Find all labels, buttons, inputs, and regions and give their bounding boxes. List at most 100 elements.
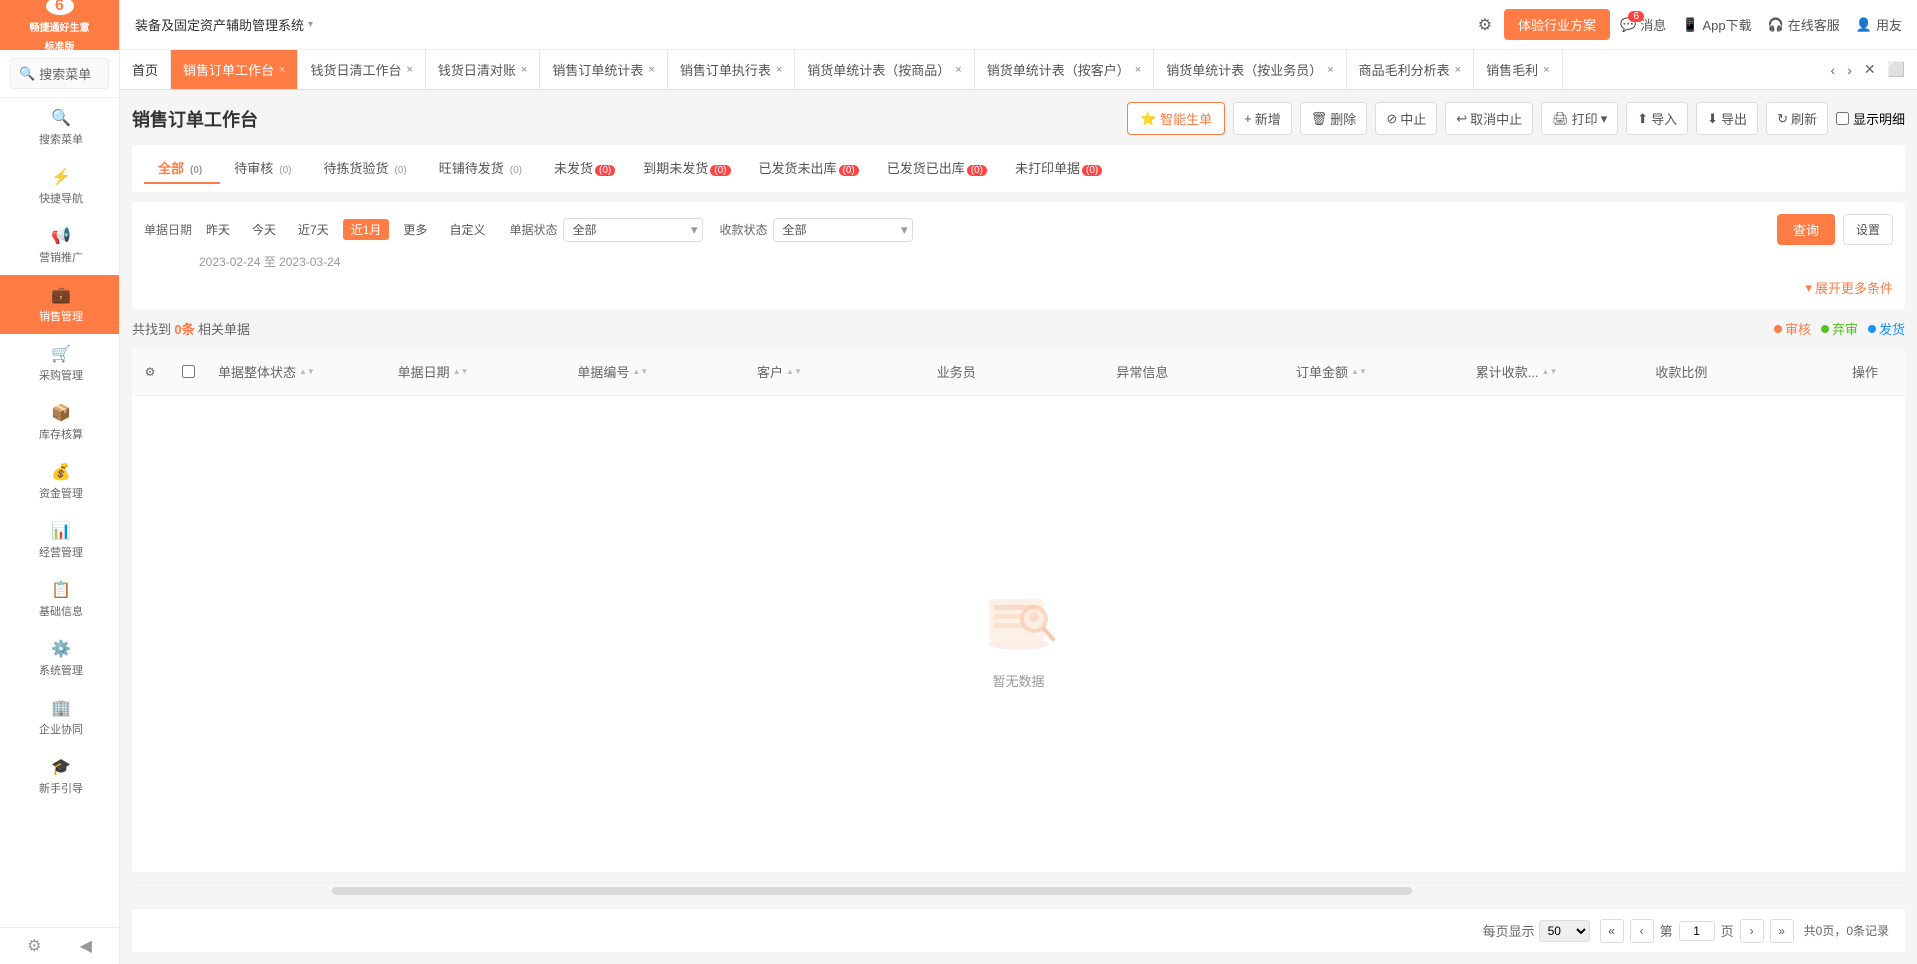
- tab-sales-order-stats[interactable]: 销售订单统计表×: [540, 50, 667, 89]
- sidebar-item-basic-info[interactable]: 📋 基础信息: [0, 570, 119, 629]
- date-option-custom[interactable]: 自定义: [441, 219, 493, 240]
- topbar-action-online-service[interactable]: 🎧 在线客服: [1768, 15, 1840, 34]
- cancel-review-action-btn[interactable]: 弃审: [1821, 319, 1858, 338]
- page-size-select[interactable]: 50 100 200: [1539, 920, 1590, 942]
- sidebar-item-quick-nav[interactable]: ⚡ 快捷导航: [0, 157, 119, 216]
- date-option-more[interactable]: 更多: [395, 219, 435, 240]
- sidebar-item-search[interactable]: 🔍 搜索菜单: [0, 98, 119, 157]
- prev-page-btn[interactable]: ‹: [1630, 919, 1654, 943]
- page-number-input[interactable]: [1679, 921, 1715, 941]
- sub-tab-shipped-out[interactable]: 已发货已出库(0): [873, 153, 1001, 184]
- sub-tab-pending-inspect[interactable]: 待拣货验货(0): [310, 153, 425, 184]
- date-option-last7[interactable]: 近7天: [290, 219, 337, 240]
- sort-icons-status[interactable]: ▲▼: [299, 367, 315, 376]
- sidebar-search-btn[interactable]: 🔍 搜索菜单: [10, 58, 109, 89]
- close-tab-cash-reconcile[interactable]: ×: [521, 64, 527, 76]
- sidebar-item-system[interactable]: ⚙️ 系统管理: [0, 629, 119, 688]
- sidebar-item-finance[interactable]: 💰 资金管理: [0, 452, 119, 511]
- sub-tab-wangpu-ship[interactable]: 旺铺待发货(0): [425, 153, 540, 184]
- next-page-btn[interactable]: ›: [1740, 919, 1764, 943]
- system-title-dropdown[interactable]: 装备及固定资产辅助管理系统 ▾: [135, 15, 313, 34]
- topbar-action-user[interactable]: 👤 用友: [1856, 15, 1902, 34]
- sort-icons-amount[interactable]: ▲▼: [1351, 367, 1367, 376]
- sidebar-item-operations[interactable]: 📊 经营管理: [0, 511, 119, 570]
- close-tab-cash-daily[interactable]: ×: [406, 64, 412, 76]
- close-tab-sales-stats-customer[interactable]: ×: [1135, 64, 1141, 76]
- tab-cash-daily[interactable]: 钱货日清工作台×: [298, 50, 425, 89]
- sub-tab-pending-review[interactable]: 待审核(0): [220, 153, 309, 184]
- sidebar-item-marketing[interactable]: 📢 营销推广: [0, 216, 119, 275]
- horizontal-scrollbar[interactable]: [132, 882, 1905, 898]
- expand-btn[interactable]: ▾ 展开更多条件: [1805, 278, 1893, 297]
- sidebar-collapse-icon[interactable]: ◀: [80, 936, 92, 956]
- sidebar-settings-icon[interactable]: ⚙: [27, 936, 41, 956]
- sidebar-item-enterprise[interactable]: 🏢 企业协同: [0, 688, 119, 747]
- tab-sales-stats-staff[interactable]: 销货单统计表（按业务员）×: [1154, 50, 1346, 89]
- solution-button[interactable]: 体验行业方案: [1504, 9, 1610, 40]
- stop-btn[interactable]: ⊘ 中止: [1375, 102, 1437, 135]
- show-detail-checkbox[interactable]: 显示明细: [1836, 109, 1905, 128]
- tab-sales-order-workbench[interactable]: 销售订单工作台×: [171, 50, 298, 89]
- date-option-yesterday[interactable]: 昨天: [198, 219, 238, 240]
- smart-order-btn[interactable]: ⭐ 智能生单: [1127, 102, 1225, 135]
- close-tab-sales-stats-product[interactable]: ×: [955, 64, 961, 76]
- tabs-prev-btn[interactable]: ‹: [1826, 60, 1839, 80]
- show-detail-input[interactable]: [1836, 112, 1849, 125]
- tab-cash-reconcile[interactable]: 钱货日清对账×: [426, 50, 540, 89]
- tab-sales-stats-product[interactable]: 销货单统计表（按商品）×: [795, 50, 974, 89]
- review-action-btn[interactable]: 审核: [1774, 319, 1811, 338]
- sub-tab-count-pending-inspect: (0): [391, 165, 411, 176]
- date-option-last1month[interactable]: 近1月: [343, 219, 390, 240]
- sub-tab-not-printed[interactable]: 未打印单据(0): [1001, 153, 1116, 184]
- date-option-today[interactable]: 今天: [244, 219, 284, 240]
- delete-btn[interactable]: 🗑 删除: [1300, 102, 1368, 135]
- sub-tab-all[interactable]: 全部(0): [144, 153, 220, 184]
- import-btn[interactable]: ⬆ 导入: [1626, 102, 1688, 135]
- nav-label-sales: 销售管理: [39, 308, 83, 324]
- tabs-next-btn[interactable]: ›: [1843, 60, 1856, 80]
- topbar-settings-icon[interactable]: ⚙: [1478, 15, 1492, 35]
- close-tab-sales-profit[interactable]: ×: [1543, 64, 1549, 76]
- close-tab-sales-order-exec[interactable]: ×: [776, 64, 782, 76]
- refresh-btn[interactable]: ↻ 刷新: [1766, 102, 1828, 135]
- tab-product-margin[interactable]: 商品毛利分析表×: [1347, 50, 1474, 89]
- close-tab-sales-stats-staff[interactable]: ×: [1327, 64, 1333, 76]
- export-btn[interactable]: ⬇ 导出: [1696, 102, 1758, 135]
- status-select[interactable]: 全部 待审核 已审核: [563, 218, 703, 242]
- add-btn[interactable]: + 新增: [1233, 102, 1292, 135]
- sub-tab-shipped-not-out[interactable]: 已发货未出库(0): [745, 153, 873, 184]
- sidebar-item-purchase[interactable]: 🛒 采购管理: [0, 334, 119, 393]
- tab-sales-profit[interactable]: 销售毛利×: [1474, 50, 1562, 89]
- close-tab-product-margin[interactable]: ×: [1455, 64, 1461, 76]
- scrollbar-thumb[interactable]: [332, 887, 1412, 895]
- query-btn[interactable]: 查询: [1777, 214, 1835, 245]
- cancel-stop-btn[interactable]: ↩ 取消中止: [1445, 102, 1533, 135]
- sort-icons-customer[interactable]: ▲▼: [786, 367, 802, 376]
- tabs-close-btn[interactable]: ✕: [1860, 59, 1880, 80]
- sidebar-item-inventory[interactable]: 📦 库存核算: [0, 393, 119, 452]
- close-tab-sales-order-stats[interactable]: ×: [648, 64, 654, 76]
- sidebar-item-guide[interactable]: 🎓 新手引导: [0, 747, 119, 806]
- tab-sales-order-exec[interactable]: 销售订单执行表×: [668, 50, 795, 89]
- ship-action-btn[interactable]: 发货: [1868, 319, 1905, 338]
- last-page-btn[interactable]: »: [1770, 919, 1794, 943]
- sort-icons-number[interactable]: ▲▼: [632, 367, 648, 376]
- close-tab-sales-order-workbench[interactable]: ×: [279, 64, 285, 76]
- sort-icons-collected[interactable]: ▲▼: [1542, 367, 1558, 376]
- set-btn[interactable]: 设置: [1843, 214, 1893, 245]
- first-page-btn[interactable]: «: [1600, 919, 1624, 943]
- tab-home[interactable]: 首页: [120, 50, 171, 89]
- sort-icons-date[interactable]: ▲▼: [453, 367, 469, 376]
- th-settings[interactable]: ⚙: [132, 359, 168, 385]
- sub-tab-not-shipped[interactable]: 未发货(0): [540, 153, 629, 184]
- sidebar-item-sales[interactable]: 💼 销售管理: [0, 275, 119, 334]
- tabs-maximize-btn[interactable]: ⬜: [1884, 59, 1909, 80]
- topbar-action-app-download[interactable]: 📱 App下载: [1682, 15, 1751, 34]
- sub-tab-overdue-not-shipped[interactable]: 到期未发货(0): [629, 153, 744, 184]
- sub-tab-count-wangpu-ship: (0): [506, 165, 526, 176]
- tab-sales-stats-customer[interactable]: 销货单统计表（按客户）×: [975, 50, 1154, 89]
- print-btn[interactable]: 🖨 打印 ▾: [1541, 102, 1618, 135]
- topbar-action-message[interactable]: 💬6 消息: [1620, 15, 1666, 34]
- select-all-checkbox[interactable]: [182, 365, 195, 378]
- payment-select[interactable]: 全部: [773, 218, 913, 242]
